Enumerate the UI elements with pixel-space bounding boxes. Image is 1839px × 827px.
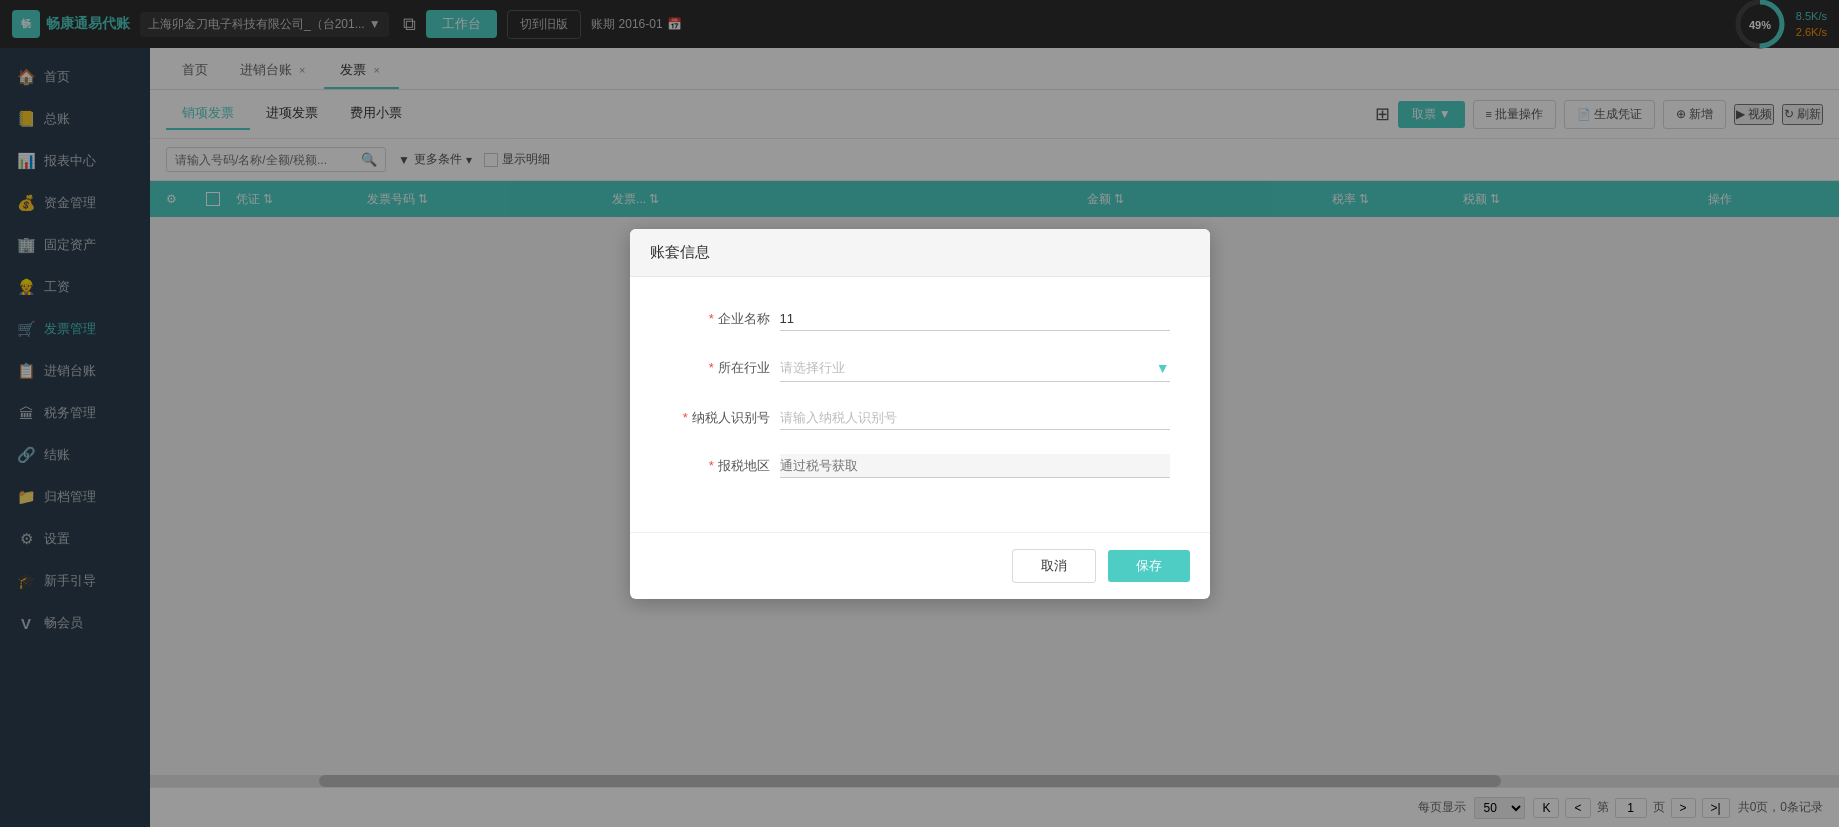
industry-label: * 所在行业 [670, 359, 780, 377]
cancel-button[interactable]: 取消 [1012, 549, 1096, 583]
dialog-body: * 企业名称 * 所在行业 请选择行业 ▼ * [630, 277, 1210, 532]
company-name-input[interactable] [780, 307, 1170, 331]
form-row-region: * 报税地区 [670, 454, 1170, 478]
company-label: * 企业名称 [670, 310, 780, 328]
dialog-header: 账套信息 [630, 229, 1210, 277]
form-row-taxid: * 纳税人识别号 [670, 406, 1170, 430]
taxid-label: * 纳税人识别号 [670, 409, 780, 427]
industry-select[interactable]: 请选择行业 ▼ [780, 355, 1170, 382]
form-row-company: * 企业名称 [670, 307, 1170, 331]
dialog-footer: 取消 保存 [630, 532, 1210, 599]
region-input [780, 454, 1170, 478]
region-label: * 报税地区 [670, 457, 780, 475]
taxid-input[interactable] [780, 406, 1170, 430]
dialog-overlay: 账套信息 * 企业名称 * 所在行业 请选择行业 ▼ [0, 0, 1839, 827]
select-chevron-icon: ▼ [1156, 360, 1170, 376]
form-row-industry: * 所在行业 请选择行业 ▼ [670, 355, 1170, 382]
account-info-dialog: 账套信息 * 企业名称 * 所在行业 请选择行业 ▼ [630, 229, 1210, 599]
save-button[interactable]: 保存 [1108, 550, 1190, 582]
industry-placeholder: 请选择行业 [780, 359, 845, 377]
dialog-title: 账套信息 [650, 243, 710, 260]
